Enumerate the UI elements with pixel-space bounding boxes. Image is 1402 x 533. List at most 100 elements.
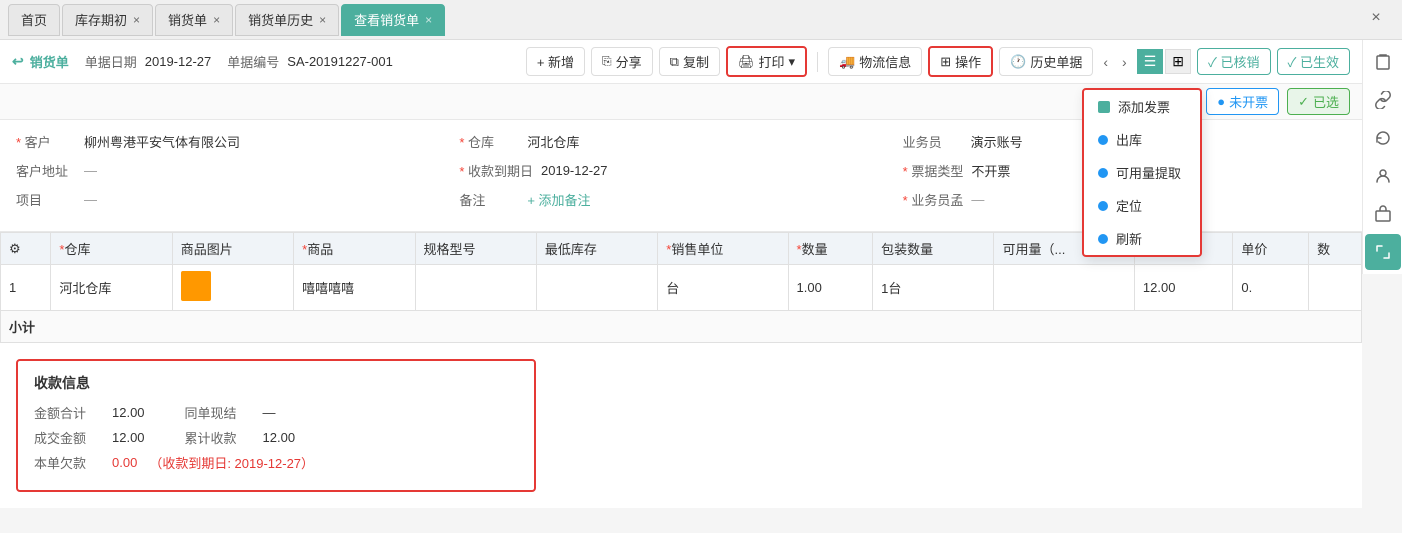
truck-icon: 🚚 [839,54,855,70]
row-warehouse: 河北仓库 [51,265,172,311]
doc-date-field: 单据日期 2019-12-27 [85,52,212,71]
col-warehouse: *仓库 [51,233,172,265]
outbound-item[interactable]: 出库 [1084,123,1200,156]
sidebar-expand-icon[interactable] [1365,234,1401,270]
share-button[interactable]: ⎘ 分享 [591,47,653,76]
same-order-label: 同单现结 [185,403,255,422]
effective-status-button[interactable]: ✓ 已生效 [1277,48,1351,75]
sidebar-link-icon[interactable] [1365,82,1401,118]
total-amount-value: 12.00 [112,405,145,420]
due-date-field: 收款到期日 2019-12-27 [459,161,902,180]
sidebar-package-icon[interactable] [1365,196,1401,232]
view-toggle: ☰ ⊞ [1137,49,1191,74]
grid-icon: ⊞ [940,54,951,70]
col-unit: *销售单位 [658,233,788,265]
row-product-name: 嘻嘻嘻嘻 [294,265,415,311]
sidebar-refresh-icon[interactable] [1365,120,1401,156]
tab-view-sales[interactable]: 查看销货单 × [341,4,445,36]
tab-sales-history[interactable]: 销货单历史 × [235,4,339,36]
col-product: *商品 [294,233,415,265]
same-order-settlement-item: 同单现结 — [185,403,276,422]
note-label: 备注 [459,190,519,209]
add-invoice-item[interactable]: 添加发票 [1084,90,1200,123]
project-value: — [84,192,97,207]
print-button[interactable]: 🖨 打印 ▾ [726,46,807,77]
payment-row-1: 金额合计 12.00 同单现结 — [34,403,518,422]
subtotal-label: 小计 [1,311,1362,343]
new-button[interactable]: + 新增 [526,47,585,76]
tab-inventory-init[interactable]: 库存期初 × [62,4,153,36]
row-quantity: 1.00 [788,265,873,311]
row-unit: 台 [658,265,788,311]
col-spec: 规格型号 [415,233,536,265]
cumulative-payment-item: 累计收款 12.00 [185,428,296,447]
available-icon [1098,168,1108,178]
share-icon: ⎘ [602,54,612,69]
row-product-img [172,265,293,311]
salesperson2-label: 业务员孟 [903,190,964,209]
document-meta: 单据日期 2019-12-27 单据编号 SA-20191227-001 [85,52,393,71]
history-button[interactable]: 🕐 历史单据 [999,47,1093,76]
window-close-button[interactable]: × [1366,8,1386,28]
product-image [181,271,211,301]
tab-home[interactable]: 首页 [8,4,60,36]
ticket-type-value: 不开票 [971,161,1010,180]
logistics-button[interactable]: 🚚 物流信息 [828,47,922,76]
row-index: 1 [1,265,51,311]
grid-view-btn[interactable]: ⊞ [1165,49,1191,74]
customer-field: 客户 柳州粤港平安气体有限公司 [16,132,459,151]
nav-prev[interactable]: ‹ [1099,52,1112,72]
print-icon: 🖨 [738,54,755,70]
address-value: — [84,163,97,178]
row-price: 0. [1233,265,1309,311]
available-extract-item[interactable]: 可用量提取 [1084,156,1200,189]
customer-label: 客户 [16,132,76,151]
row-package-qty: 1台 [873,265,994,311]
address-label: 客户地址 [16,161,76,180]
tab-close-inventory[interactable]: × [133,13,140,27]
col-min-stock: 最低库存 [536,233,657,265]
ticket-icon: ● [1217,94,1225,109]
row-amount [1309,265,1362,311]
total-amount-item: 金额合计 12.00 [34,403,145,422]
row-min-stock [536,265,657,311]
transaction-amount-label: 成交金额 [34,428,104,447]
toolbar-actions: + 新增 ⎘ 分享 ⧉ 复制 🖨 打印 ▾ 🚚 物流信息 [526,46,1350,77]
salesperson-label: 业务员 [903,132,963,151]
outbound-icon [1098,135,1108,145]
same-order-value: — [263,405,276,420]
transaction-amount-item: 成交金额 12.00 [34,428,145,447]
nav-next[interactable]: › [1118,52,1131,72]
tab-close-sales[interactable]: × [213,13,220,27]
add-note-button[interactable]: + 添加备注 [527,190,590,209]
due-date-label: 收款到期日 [459,161,533,180]
salesperson2-value: — [971,192,984,207]
row-spec [415,265,536,311]
locate-item[interactable]: 定位 [1084,189,1200,222]
list-view-btn[interactable]: ☰ [1137,49,1164,74]
due-date-value: 2019-12-27 [541,163,608,178]
project-field: 项目 — [16,190,459,209]
checked-button[interactable]: ✓ 已选 [1287,88,1350,115]
toolbar-doc-info: ↩ 销货单 单据日期 2019-12-27 单据编号 SA-20191227-0… [12,52,393,71]
tab-sales-order[interactable]: 销货单 × [155,4,233,36]
cancelled-status-button[interactable]: ✓ 已核销 [1197,48,1271,75]
history-icon: 🕐 [1010,54,1026,70]
col-package-qty: 包装数量 [873,233,994,265]
payment-section: 收款信息 金额合计 12.00 同单现结 — 成交金额 12.00 [0,343,1362,508]
transaction-amount-value: 12.00 [112,430,145,445]
refresh-item[interactable]: 刷新 [1084,222,1200,255]
primary-toolbar: ↩ 销货单 单据日期 2019-12-27 单据编号 SA-20191227-0… [0,40,1362,84]
row-available [994,265,1134,311]
sidebar-user-icon[interactable] [1365,158,1401,194]
copy-button[interactable]: ⧉ 复制 [659,47,720,76]
col-settings[interactable]: ⚙ [1,233,51,265]
sidebar-clipboard-icon[interactable] [1365,44,1401,80]
current-due-value: 0.00 [112,455,137,470]
tab-close-view[interactable]: × [425,13,432,27]
settings-icon: ⚙ [9,241,21,256]
operations-button[interactable]: ⊞ 操作 [928,46,993,77]
tab-close-history[interactable]: × [319,13,326,27]
col-price: 单价 [1233,233,1309,265]
not-opened-button[interactable]: ● 未开票 [1206,88,1279,115]
